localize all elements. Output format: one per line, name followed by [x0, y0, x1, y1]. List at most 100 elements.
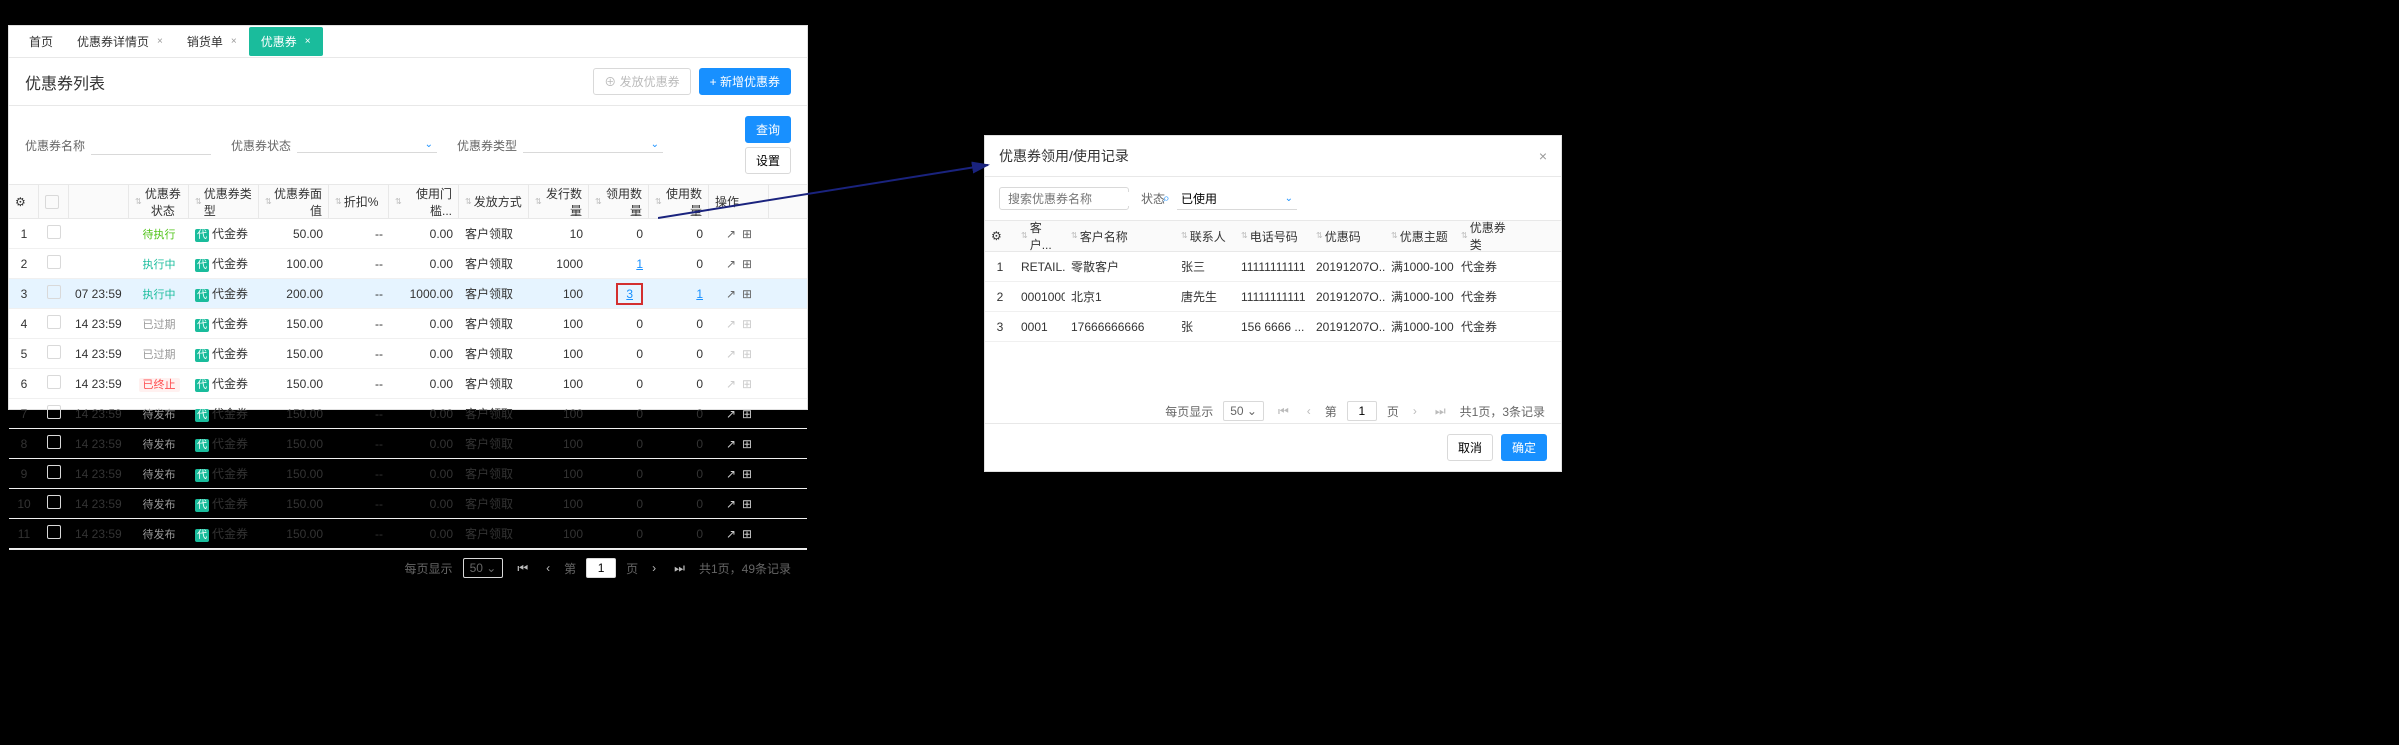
filter-name-input[interactable] [91, 136, 211, 155]
last-page-icon[interactable]: ⏭ [670, 561, 689, 576]
row-discount: -- [329, 257, 389, 271]
table-row[interactable]: 2 执行中 代代金券 100.00 -- 0.00 客户领取 1000 1 0 … [9, 249, 807, 279]
gear-icon[interactable]: ⚙ [9, 185, 39, 218]
tab-detail[interactable]: 优惠券详情页× [65, 27, 175, 56]
row-checkbox[interactable] [47, 225, 61, 239]
close-icon[interactable]: × [157, 36, 163, 47]
table-row[interactable]: 3 07 23:59 执行中 代代金券 200.00 -- 1000.00 客户… [9, 279, 807, 309]
modal-status-select[interactable]: 已使用⌄ [1177, 188, 1297, 210]
use-count-link[interactable]: 1 [696, 287, 703, 301]
row-time: 07 23:59 [69, 287, 129, 301]
table-row[interactable]: 8 14 23:59 待发布 代代金券 150.00 -- 0.00 客户领取 … [9, 429, 807, 459]
col-use[interactable]: ⇅使用数量 [649, 185, 709, 218]
gear-icon[interactable]: ⚙ [985, 229, 1015, 243]
col-contact[interactable]: ⇅联系人 [1175, 228, 1235, 245]
search-box[interactable]: ⌕ [999, 187, 1129, 210]
share-icon[interactable]: ↗ [726, 227, 736, 241]
first-page-icon[interactable]: ⏮ [513, 561, 532, 576]
last-page-icon[interactable]: ⏭ [1431, 404, 1450, 419]
row-checkbox[interactable] [47, 255, 61, 269]
col-issue[interactable]: ⇅发行数量 [529, 185, 589, 218]
tab-sale[interactable]: 销货单× [175, 27, 249, 56]
tab-coupon[interactable]: 优惠券× [249, 27, 323, 56]
col-cust-no[interactable]: ⇅客户... [1015, 219, 1065, 253]
chevron-down-icon: ⌄ [651, 139, 659, 150]
next-page-icon[interactable]: › [648, 561, 660, 575]
share-icon[interactable]: ↗ [726, 287, 736, 301]
qrcode-icon[interactable]: ⊞ [742, 287, 752, 301]
filter-status-select[interactable]: ⌄ [297, 137, 437, 153]
row-use: 0 [649, 377, 709, 391]
col-cust-name[interactable]: ⇅客户名称 [1065, 228, 1175, 245]
status-badge: 待发布 [139, 468, 180, 482]
table-row[interactable]: 4 14 23:59 已过期 代代金券 150.00 -- 0.00 客户领取 … [9, 309, 807, 339]
page-input[interactable] [586, 558, 616, 578]
type-badge-icon: 代 [195, 529, 209, 542]
row-face: 50.00 [259, 227, 329, 241]
table-row[interactable]: 7 14 23:59 待发布 代代金券 150.00 -- 0.00 客户领取 … [9, 399, 807, 429]
row-use: 0 [649, 437, 709, 451]
close-icon[interactable]: × [231, 36, 237, 47]
col-face[interactable]: ⇅优惠券面值 [259, 185, 329, 218]
search-input[interactable] [1008, 192, 1163, 206]
qrcode-icon[interactable]: ⊞ [742, 257, 752, 271]
row-face: 150.00 [259, 377, 329, 391]
col-status[interactable]: ⇅优惠券状态 [129, 185, 189, 218]
settings-button[interactable]: 设置 [745, 147, 791, 174]
col-type[interactable]: ⇅优惠券类型 [189, 185, 259, 218]
issue-coupon-button[interactable]: ⊕ 发放优惠券 [593, 68, 690, 95]
select-all-checkbox[interactable] [45, 195, 59, 209]
first-page-icon[interactable]: ⏮ [1274, 404, 1293, 419]
table-row[interactable]: 10 14 23:59 待发布 代代金券 150.00 -- 0.00 客户领取… [9, 489, 807, 519]
row-checkbox[interactable] [47, 285, 61, 299]
share-icon: ↗ [726, 317, 736, 331]
query-button[interactable]: 查询 [745, 116, 791, 143]
table-row[interactable]: 11 14 23:59 待发布 代代金券 150.00 -- 0.00 客户领取… [9, 519, 807, 549]
col-code[interactable]: ⇅优惠码 [1310, 228, 1385, 245]
row-checkbox[interactable] [47, 495, 61, 509]
chevron-down-icon: ⌄ [1285, 193, 1293, 204]
row-checkbox[interactable] [47, 525, 61, 539]
add-coupon-button[interactable]: + 新增优惠券 [699, 68, 791, 95]
col-threshold[interactable]: ⇅使用门槛... [389, 185, 459, 218]
row-issue: 100 [529, 497, 589, 511]
receive-count-link[interactable]: 1 [636, 257, 643, 271]
row-checkbox[interactable] [47, 435, 61, 449]
modal-table-row[interactable]: 3 0001 17666666666 张 156 6666 ... 201912… [985, 312, 1561, 342]
col-discount[interactable]: ⇅折扣% [329, 185, 389, 218]
modal-page-input[interactable] [1347, 401, 1377, 421]
confirm-button[interactable]: 确定 [1501, 434, 1547, 461]
next-page-icon[interactable]: › [1409, 404, 1421, 418]
row-checkbox[interactable] [47, 345, 61, 359]
col-subject[interactable]: ⇅优惠主题 [1385, 228, 1455, 245]
table-row[interactable]: 6 14 23:59 已终止 代代金券 150.00 -- 0.00 客户领取 … [9, 369, 807, 399]
receive-count-link[interactable]: 3 [616, 283, 643, 305]
table-row[interactable]: 1 待执行 代代金券 50.00 -- 0.00 客户领取 10 0 0 ↗ ⊞ [9, 219, 807, 249]
per-page-select[interactable]: 50 ⌄ [463, 558, 504, 578]
qrcode-icon[interactable]: ⊞ [742, 227, 752, 241]
close-icon[interactable]: × [1539, 148, 1547, 164]
row-time: 14 23:59 [69, 467, 129, 481]
modal-table-row[interactable]: 1 RETAIL... 零散客户 张三 11111111111 20191207… [985, 252, 1561, 282]
modal-table-row[interactable]: 2 00010001 北京1 唐先生 11111111111 20191207O… [985, 282, 1561, 312]
col-type[interactable]: ⇅优惠券类 [1455, 219, 1515, 253]
row-checkbox[interactable] [47, 375, 61, 389]
row-checkbox[interactable] [47, 465, 61, 479]
filter-type-select[interactable]: ⌄ [523, 137, 663, 153]
modal-table-header: ⚙ ⇅客户... ⇅客户名称 ⇅联系人 ⇅电话号码 ⇅优惠码 ⇅优惠主题 ⇅优惠… [985, 220, 1561, 252]
table-row[interactable]: 5 14 23:59 已过期 代代金券 150.00 -- 0.00 客户领取 … [9, 339, 807, 369]
table-row[interactable]: 9 14 23:59 待发布 代代金券 150.00 -- 0.00 客户领取 … [9, 459, 807, 489]
close-icon[interactable]: × [305, 36, 311, 47]
col-receive[interactable]: ⇅领用数量 [589, 185, 649, 218]
prev-page-icon[interactable]: ‹ [542, 561, 554, 575]
modal-per-page-select[interactable]: 50 ⌄ [1223, 401, 1264, 421]
col-phone[interactable]: ⇅电话号码 [1235, 228, 1310, 245]
row-checkbox[interactable] [47, 405, 61, 419]
tab-home[interactable]: 首页 [17, 27, 65, 56]
prev-page-icon[interactable]: ‹ [1303, 404, 1315, 418]
col-method[interactable]: ⇅发放方式 [459, 185, 529, 218]
row-checkbox[interactable] [47, 315, 61, 329]
row-receive: 1 [589, 257, 649, 271]
share-icon[interactable]: ↗ [726, 257, 736, 271]
cancel-button[interactable]: 取消 [1447, 434, 1493, 461]
